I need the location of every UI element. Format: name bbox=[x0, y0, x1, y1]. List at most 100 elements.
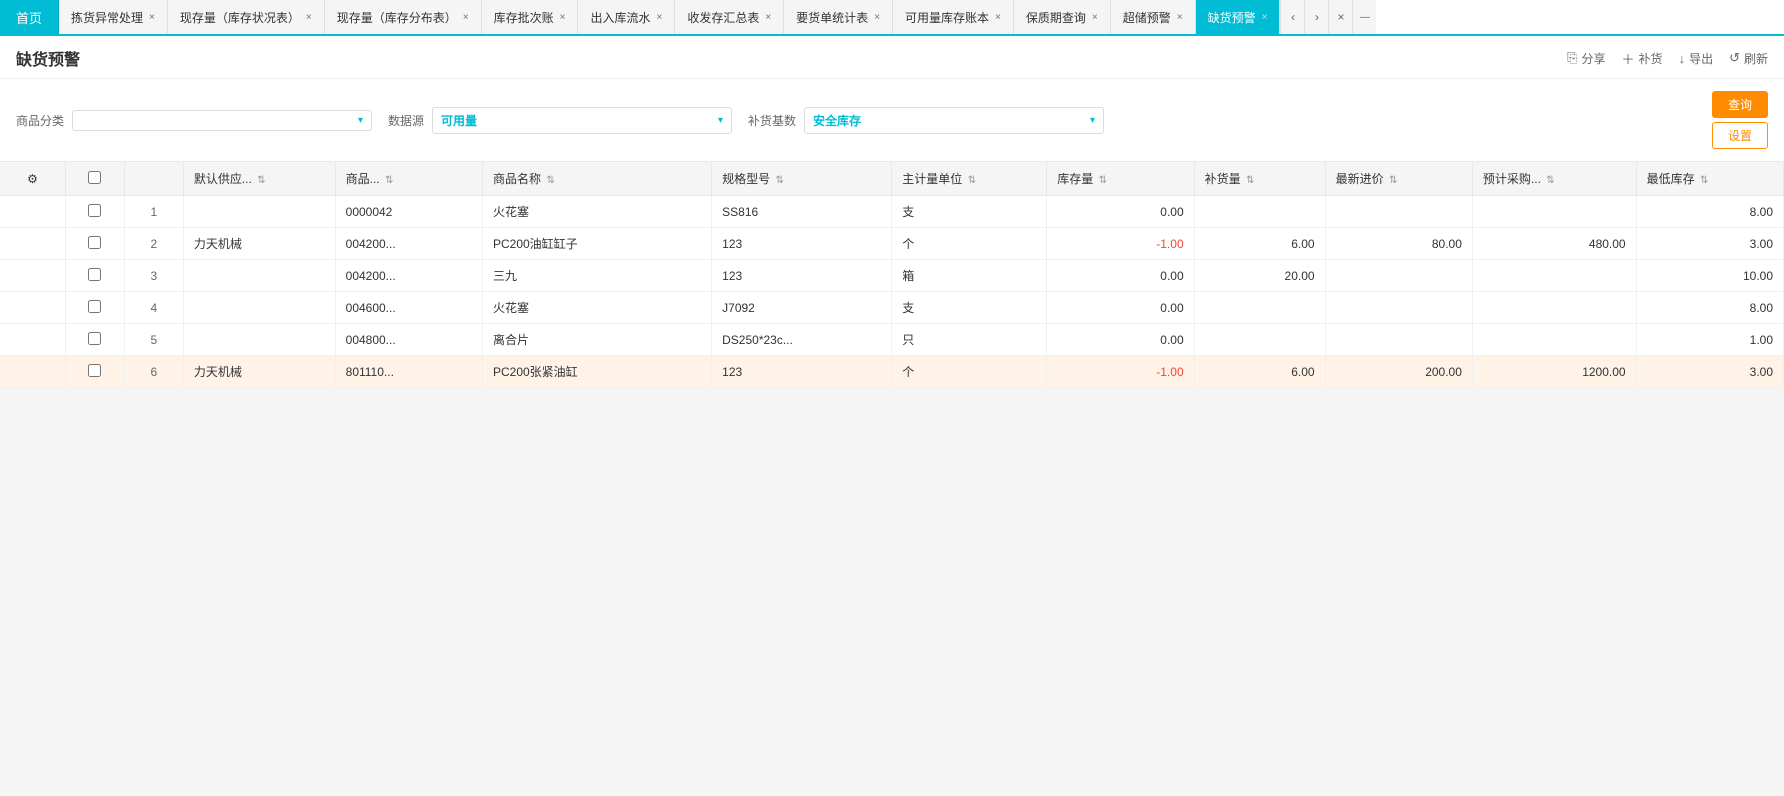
row-min-inventory-6: 3.00 bbox=[1636, 356, 1783, 388]
row-num-4: 4 bbox=[124, 292, 183, 324]
row-product-code-2: 004200... bbox=[335, 228, 482, 260]
col-supplier[interactable]: 默认供应... ⇅ bbox=[183, 162, 335, 196]
tab-minimize[interactable]: — bbox=[1352, 0, 1376, 35]
row-checkbox-3[interactable] bbox=[88, 268, 101, 281]
col-spec[interactable]: 规格型号 ⇅ bbox=[712, 162, 892, 196]
row-checkbox-2[interactable] bbox=[88, 236, 101, 249]
row-product-name-4: 火花塞 bbox=[482, 292, 711, 324]
row-estimated-purchase-5 bbox=[1472, 324, 1636, 356]
tab-nav-left[interactable]: ‹ bbox=[1280, 0, 1304, 35]
inventory-sort-icon: ⇅ bbox=[1099, 175, 1107, 186]
category-filter-group: 商品分类 ▾ bbox=[16, 110, 372, 131]
header-actions: ⎘ 分享 ＋ 补货 ↓ 导出 ↺ 刷新 bbox=[1567, 49, 1768, 68]
row-gear-1 bbox=[0, 196, 65, 228]
tab-expiry-query[interactable]: 保质期查询 × bbox=[1014, 0, 1111, 35]
col-inventory[interactable]: 库存量 ⇅ bbox=[1047, 162, 1194, 196]
tab-inventory-dist[interactable]: 现存量（库存分布表） × bbox=[325, 0, 482, 35]
tab-close-all[interactable]: × bbox=[1328, 0, 1352, 35]
row-unit-3: 箱 bbox=[892, 260, 1047, 292]
tab-inout-flow-close[interactable]: × bbox=[656, 12, 662, 23]
col-inventory-label: 库存量 bbox=[1057, 172, 1093, 186]
tab-batch-account-close[interactable]: × bbox=[560, 12, 566, 23]
tab-available-book[interactable]: 可用量库存账本 × bbox=[893, 0, 1014, 35]
replenish-button[interactable]: ＋ 补货 bbox=[1622, 49, 1663, 68]
row-checkbox-5[interactable] bbox=[88, 332, 101, 345]
row-product-code-5: 004800... bbox=[335, 324, 482, 356]
row-estimated-purchase-2: 480.00 bbox=[1472, 228, 1636, 260]
tab-receipt-summary-close[interactable]: × bbox=[765, 12, 771, 23]
row-min-inventory-2: 3.00 bbox=[1636, 228, 1783, 260]
datasource-select[interactable]: 可用量 ▾ bbox=[432, 107, 732, 134]
tab-shortage[interactable]: 缺货预警 × bbox=[1196, 0, 1281, 35]
col-supplier-label: 默认供应... bbox=[194, 172, 252, 186]
tab-available-book-close[interactable]: × bbox=[995, 12, 1001, 23]
export-button[interactable]: ↓ 导出 bbox=[1679, 50, 1714, 67]
col-product-name[interactable]: 商品名称 ⇅ bbox=[482, 162, 711, 196]
row-spec-5: DS250*23c... bbox=[712, 324, 892, 356]
tab-shortage-close[interactable]: × bbox=[1262, 12, 1268, 23]
row-min-inventory-3: 10.00 bbox=[1636, 260, 1783, 292]
tab-overstock-label: 超储预警 bbox=[1123, 9, 1171, 26]
tab-exception[interactable]: 拣货异常处理 × bbox=[59, 0, 168, 35]
col-replenish-qty-label: 补货量 bbox=[1205, 172, 1241, 186]
refresh-button[interactable]: ↺ 刷新 bbox=[1729, 50, 1768, 67]
row-checkbox-cell-6 bbox=[65, 356, 124, 388]
estimated-purchase-sort-icon: ⇅ bbox=[1546, 175, 1554, 186]
tab-exception-close[interactable]: × bbox=[149, 12, 155, 23]
row-checkbox-6[interactable] bbox=[88, 364, 101, 377]
gear-icon[interactable]: ⚙ bbox=[27, 172, 38, 186]
tab-overstock[interactable]: 超储预警 × bbox=[1111, 0, 1196, 35]
tab-inventory-dist-close[interactable]: × bbox=[463, 12, 469, 23]
tab-nav-right[interactable]: › bbox=[1304, 0, 1328, 35]
row-inventory-5: 0.00 bbox=[1047, 324, 1194, 356]
data-table: ⚙ 默认供应... ⇅ 商品... ⇅ 商品名称 bbox=[0, 161, 1784, 388]
row-supplier-5 bbox=[183, 324, 335, 356]
replenish-icon: ＋ bbox=[1622, 49, 1635, 68]
replenish-base-arrow: ▾ bbox=[1090, 115, 1095, 126]
table-row: 1 0000042 火花塞 SS816 支 0.00 8.00 bbox=[0, 196, 1784, 228]
tab-inventory-status[interactable]: 现存量（库存状况表） × bbox=[168, 0, 325, 35]
row-supplier-3 bbox=[183, 260, 335, 292]
tab-expiry-query-close[interactable]: × bbox=[1092, 12, 1098, 23]
share-button[interactable]: ⎘ 分享 bbox=[1567, 50, 1605, 67]
row-checkbox-1[interactable] bbox=[88, 204, 101, 217]
tab-demand-stats-close[interactable]: × bbox=[874, 12, 880, 23]
supplier-sort-icon: ⇅ bbox=[257, 175, 265, 186]
table-body: 1 0000042 火花塞 SS816 支 0.00 8.00 2 力天机械 0… bbox=[0, 196, 1784, 388]
tab-inventory-status-close[interactable]: × bbox=[306, 12, 312, 23]
query-button[interactable]: 查询 bbox=[1712, 91, 1768, 118]
table-row: 3 004200... 三九 123 箱 0.00 20.00 10.00 bbox=[0, 260, 1784, 292]
col-latest-price[interactable]: 最新进价 ⇅ bbox=[1325, 162, 1472, 196]
col-gear[interactable]: ⚙ bbox=[0, 162, 65, 196]
row-num-5: 5 bbox=[124, 324, 183, 356]
tab-batch-account[interactable]: 库存批次账 × bbox=[482, 0, 579, 35]
row-num-2: 2 bbox=[124, 228, 183, 260]
row-unit-6: 个 bbox=[892, 356, 1047, 388]
select-all-checkbox[interactable] bbox=[88, 171, 101, 184]
tab-overstock-close[interactable]: × bbox=[1177, 12, 1183, 23]
row-latest-price-5 bbox=[1325, 324, 1472, 356]
col-product-code[interactable]: 商品... ⇅ bbox=[335, 162, 482, 196]
row-checkbox-cell-1 bbox=[65, 196, 124, 228]
tab-demand-stats-label: 要货单统计表 bbox=[796, 9, 868, 26]
col-spec-label: 规格型号 bbox=[722, 172, 770, 186]
row-supplier-2: 力天机械 bbox=[183, 228, 335, 260]
tab-home[interactable]: 首页 bbox=[0, 0, 59, 35]
tab-inout-flow[interactable]: 出入库流水 × bbox=[578, 0, 675, 35]
row-product-code-6: 801110... bbox=[335, 356, 482, 388]
refresh-icon: ↺ bbox=[1729, 50, 1740, 66]
col-replenish-qty[interactable]: 补货量 ⇅ bbox=[1194, 162, 1325, 196]
row-replenish-qty-6: 6.00 bbox=[1194, 356, 1325, 388]
table-row: 2 力天机械 004200... PC200油缸缸子 123 个 -1.00 6… bbox=[0, 228, 1784, 260]
settings-button[interactable]: 设置 bbox=[1712, 122, 1768, 149]
min-inventory-sort-icon: ⇅ bbox=[1700, 175, 1708, 186]
replenish-base-select[interactable]: 安全库存 ▾ bbox=[804, 107, 1104, 134]
row-gear-2 bbox=[0, 228, 65, 260]
col-unit[interactable]: 主计量单位 ⇅ bbox=[892, 162, 1047, 196]
col-estimated-purchase[interactable]: 预计采购... ⇅ bbox=[1472, 162, 1636, 196]
col-min-inventory[interactable]: 最低库存 ⇅ bbox=[1636, 162, 1783, 196]
category-select[interactable]: ▾ bbox=[72, 110, 372, 131]
row-checkbox-4[interactable] bbox=[88, 300, 101, 313]
tab-demand-stats[interactable]: 要货单统计表 × bbox=[784, 0, 893, 35]
tab-receipt-summary[interactable]: 收发存汇总表 × bbox=[675, 0, 784, 35]
